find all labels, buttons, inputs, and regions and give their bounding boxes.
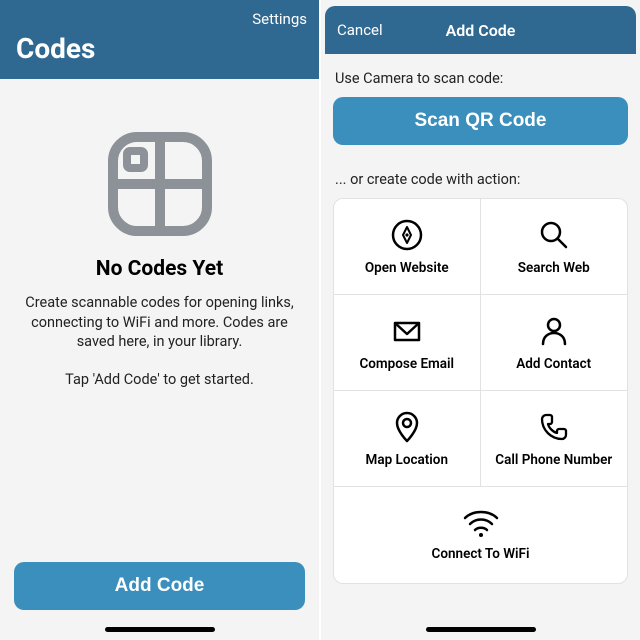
action-grid: Open Website Search Web <box>333 198 628 584</box>
contact-icon <box>537 314 571 348</box>
mappin-icon <box>390 410 424 444</box>
action-label: Compose Email <box>359 356 454 372</box>
wifi-icon <box>462 508 500 538</box>
action-search-web[interactable]: Search Web <box>481 199 628 295</box>
action-label: Map Location <box>366 452 448 468</box>
actions-section-label: ... or create code with action: <box>335 171 626 188</box>
codes-empty-icon <box>105 129 215 239</box>
cancel-button[interactable]: Cancel <box>337 21 383 39</box>
empty-heading: No Codes Yet <box>96 257 223 281</box>
action-label: Call Phone Number <box>495 452 612 468</box>
compass-icon <box>390 218 424 252</box>
header-bar: Settings Codes <box>0 0 319 79</box>
action-label: Add Contact <box>516 356 591 372</box>
action-map-location[interactable]: Map Location <box>334 391 481 487</box>
action-connect-wifi[interactable]: Connect To WiFi <box>334 487 627 583</box>
scan-qr-button[interactable]: Scan QR Code <box>333 97 628 145</box>
empty-state: No Codes Yet Create scannable codes for … <box>0 79 319 562</box>
action-open-website[interactable]: Open Website <box>334 199 481 295</box>
home-indicator <box>105 627 215 632</box>
page-title: Codes <box>0 28 319 79</box>
scan-section-label: Use Camera to scan code: <box>335 70 626 87</box>
add-code-button[interactable]: Add Code <box>14 562 305 610</box>
action-label: Connect To WiFi <box>432 546 530 562</box>
search-icon <box>537 218 571 252</box>
codes-library-screen: Settings Codes No Codes Yet Create scann… <box>0 0 320 640</box>
action-label: Open Website <box>365 260 449 276</box>
action-add-contact[interactable]: Add Contact <box>481 295 628 391</box>
action-compose-email[interactable]: Compose Email <box>334 295 481 391</box>
action-label: Search Web <box>518 260 590 276</box>
settings-link[interactable]: Settings <box>252 10 307 28</box>
empty-description: Create scannable codes for opening links… <box>24 293 295 352</box>
phone-icon <box>537 410 571 444</box>
mail-icon <box>390 314 424 348</box>
home-indicator <box>426 627 536 632</box>
empty-hint: Tap 'Add Code' to get started. <box>65 370 254 390</box>
action-call-phone[interactable]: Call Phone Number <box>481 391 628 487</box>
modal-header: Cancel Add Code <box>325 6 636 54</box>
add-code-screen: Cancel Add Code Use Camera to scan code:… <box>320 0 640 640</box>
